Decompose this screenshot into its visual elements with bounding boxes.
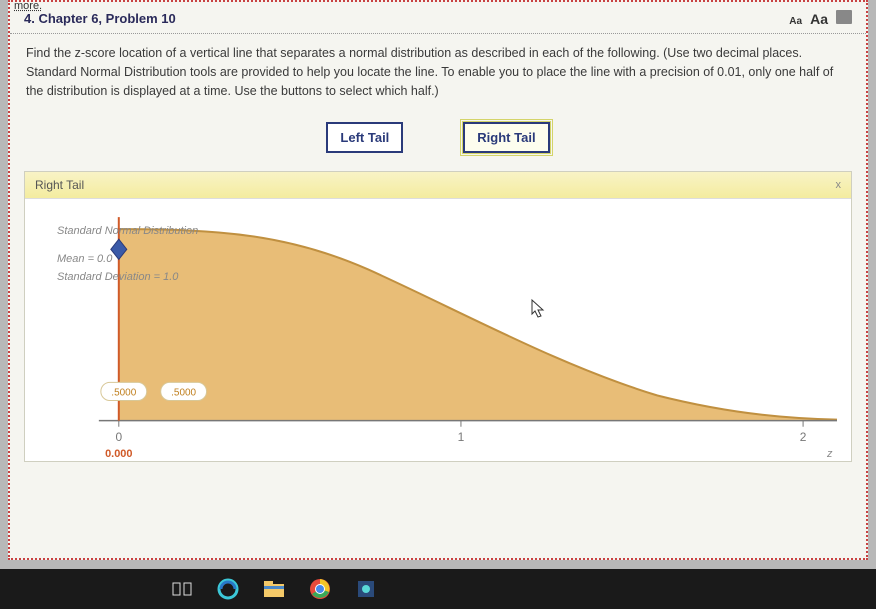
x-tick-2: 2 [800,430,807,444]
panel-title: Right Tail [35,178,84,192]
edge-icon[interactable] [216,577,240,601]
x-axis-label: z [826,448,833,460]
right-tail-button[interactable]: Right Tail [463,122,549,153]
taskbar [0,569,876,609]
x-tick-0: 0 [115,430,122,444]
more-link[interactable]: more. [14,0,42,12]
chart-area[interactable]: Standard Normal Distribution Mean = 0.0 … [25,199,851,461]
chrome-icon[interactable] [308,577,332,601]
file-explorer-icon[interactable] [262,577,286,601]
text-size-large-button[interactable]: Aa [810,11,828,27]
app-icon[interactable] [354,577,378,601]
slider-value: 0.000 [105,448,132,460]
left-area-badge: .5000 [101,383,147,401]
panel-close-button[interactable]: x [836,179,842,191]
problem-header: 4. Chapter 6, Problem 10 Aa Aa [10,2,866,34]
distribution-panel: Right Tail x Standard Normal Distributio… [24,171,852,462]
svg-text:.5000: .5000 [111,388,136,399]
text-size-small-button[interactable]: Aa [789,16,802,27]
instructions-text: Find the z-score location of a vertical … [10,34,866,108]
tail-button-group: Left Tail Right Tail [10,108,866,171]
left-tail-button[interactable]: Left Tail [326,122,403,153]
x-tick-1: 1 [458,430,465,444]
problem-title: Chapter 6, Problem 10 [38,11,175,26]
sd-label: Standard Deviation = 1.0 [57,271,198,283]
svg-text:.5000: .5000 [171,388,196,399]
right-area-badge: .5000 [161,383,207,401]
text-size-controls: Aa Aa [789,10,852,27]
problem-number: 4. [24,11,35,26]
distribution-label: Standard Normal Distribution [57,225,198,237]
print-icon[interactable] [836,10,852,24]
task-view-icon[interactable] [170,577,194,601]
mean-label: Mean = 0.0 [57,253,198,265]
